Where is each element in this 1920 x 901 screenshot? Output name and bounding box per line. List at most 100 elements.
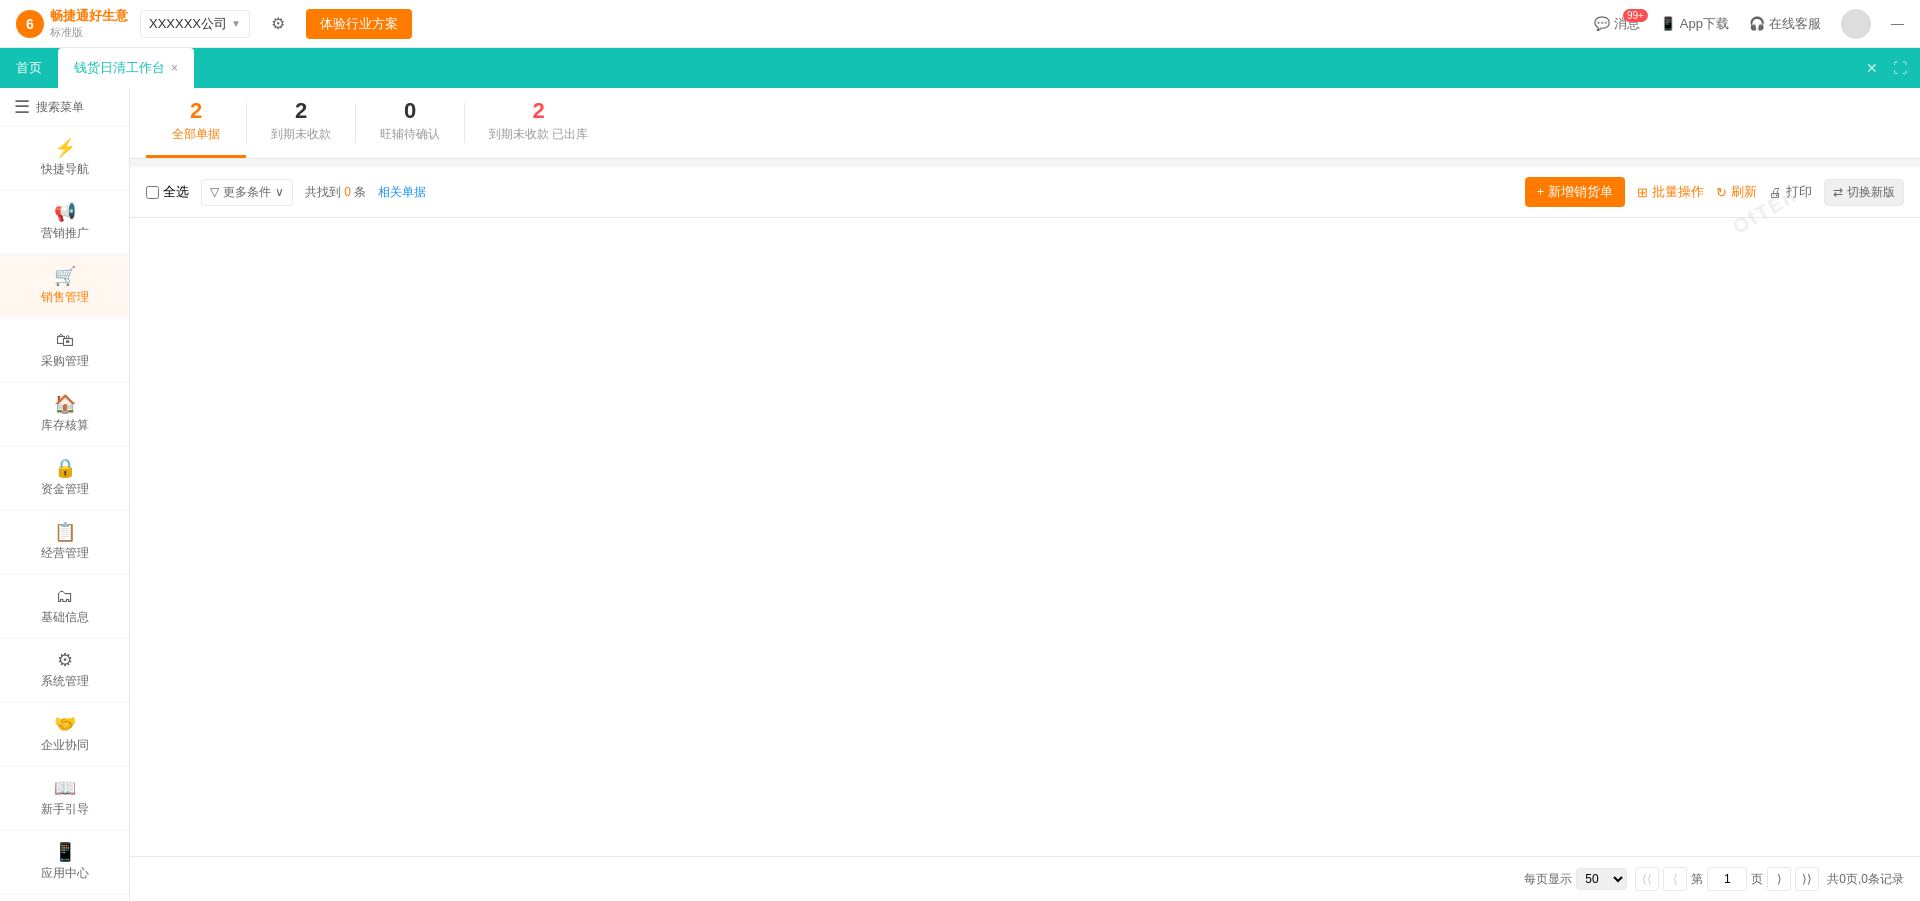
- tab-home[interactable]: 首页: [0, 48, 58, 88]
- found-count-number: 0: [344, 185, 351, 199]
- prev-page-btn[interactable]: ⟨: [1663, 867, 1687, 891]
- stat-label-pending: 旺辅待确认: [380, 126, 440, 143]
- sidebar-item-marketing[interactable]: 📢 营销推广: [0, 191, 129, 255]
- filter-button[interactable]: ▽ 更多条件 ∨: [201, 179, 293, 206]
- app-center-icon: 📱: [54, 843, 76, 861]
- nav-tabs-controls: ✕ ⛶: [1860, 56, 1920, 80]
- toolbar-right: + 新增销货单 ⊞ 批量操作 ↻ 刷新 🖨 打印 ⇄ 切换新版: [1525, 177, 1904, 207]
- sidebar: ☰ 搜索菜单 ⚡ 快捷导航 📢 营销推广 🛒 销售管理 🛍 采购管理 🏠 库存核…: [0, 88, 130, 901]
- message-badge: 99+: [1623, 9, 1648, 22]
- stat-label-overdue: 到期未收款: [271, 126, 331, 143]
- stats-tabs: 2 全部单据 2 到期未收款 0 旺辅待确认 2 到期未收款 已出库: [130, 88, 1920, 159]
- search-icon: ☰: [14, 98, 30, 116]
- sidebar-item-quick-nav[interactable]: ⚡ 快捷导航: [0, 127, 129, 191]
- toolbar-left: 全选 ▽ 更多条件 ∨ 共找到 0 条 相关单据: [146, 179, 426, 206]
- refresh-button[interactable]: ↻ 刷新: [1716, 183, 1757, 201]
- filter-icon: ▽: [210, 185, 219, 199]
- tab-active[interactable]: 钱货日清工作台 ×: [58, 48, 194, 88]
- app-download-action[interactable]: 📱 App下载: [1660, 15, 1729, 33]
- per-page-dropdown[interactable]: 50 10 20 100: [1576, 868, 1627, 890]
- app-logo-text: 畅捷通好生意 标准版: [50, 8, 128, 39]
- sidebar-item-cooperation[interactable]: 🤝 企业协同: [0, 703, 129, 767]
- last-page-btn[interactable]: ⟩⟩: [1795, 867, 1819, 891]
- stat-tab-overdue-shipped[interactable]: 2 到期未收款 已出库: [465, 88, 612, 158]
- page-nav: ⟨⟨ ⟨ 第 页 ⟩ ⟩⟩: [1635, 867, 1819, 891]
- close-window-btn[interactable]: ✕: [1860, 56, 1884, 80]
- stat-tab-all[interactable]: 2 全部单据: [146, 88, 246, 158]
- online-service-action[interactable]: 🎧 在线客服: [1749, 15, 1821, 33]
- sidebar-item-operation[interactable]: 📋 经营管理: [0, 511, 129, 575]
- all-checkbox-input[interactable]: [146, 186, 159, 199]
- stat-tab-pending[interactable]: 0 旺辅待确认: [356, 88, 464, 158]
- sales-icon: 🛒: [54, 267, 76, 285]
- print-button[interactable]: 🖨 打印: [1769, 183, 1812, 201]
- quick-nav-icon: ⚡: [54, 139, 76, 157]
- avatar[interactable]: [1841, 9, 1871, 39]
- settings-icon[interactable]: ⚙: [262, 8, 294, 40]
- batch-operation-button[interactable]: ⊞ 批量操作: [1637, 183, 1704, 201]
- stat-count-overdue: 2: [295, 100, 307, 122]
- sidebar-item-weixin[interactable]: 💬 企业微信: [0, 895, 129, 901]
- sidebar-item-system[interactable]: ⚙ 系统管理: [0, 639, 129, 703]
- base-info-icon: 🗂: [56, 587, 74, 605]
- next-page-btn[interactable]: ⟩: [1767, 867, 1791, 891]
- stat-label-all: 全部单据: [172, 126, 220, 143]
- refresh-icon: ↻: [1716, 185, 1727, 200]
- sidebar-item-app-center[interactable]: 📱 应用中心: [0, 831, 129, 895]
- service-icon: 🎧: [1749, 16, 1765, 31]
- main-layout: ☰ 搜索菜单 ⚡ 快捷导航 📢 营销推广 🛒 销售管理 🛍 采购管理 🏠 库存核…: [0, 88, 1920, 901]
- cooperation-icon: 🤝: [54, 715, 76, 733]
- sidebar-item-guide[interactable]: 📖 新手引导: [0, 767, 129, 831]
- inventory-icon: 🏠: [54, 395, 76, 413]
- stat-count-overdue-shipped: 2: [533, 100, 545, 122]
- switch-version-button[interactable]: ⇄ 切换新版: [1824, 179, 1904, 206]
- first-page-btn[interactable]: ⟨⟨: [1635, 867, 1659, 891]
- top-header: 6 畅捷通好生意 标准版 XXXXXX公司 ▼ ⚙ 体验行业方案 💬 消息 99…: [0, 0, 1920, 48]
- system-icon: ⚙: [57, 651, 73, 669]
- header-right: 💬 消息 99+ 📱 App下载 🎧 在线客服 —: [1594, 9, 1904, 39]
- chevron-down-icon: ∨: [275, 185, 284, 199]
- stat-label-overdue-shipped: 到期未收款 已出库: [489, 126, 588, 143]
- total-info: 共0页,0条记录: [1827, 871, 1904, 888]
- sidebar-item-base-info[interactable]: 🗂 基础信息: [0, 575, 129, 639]
- stat-count-all: 2: [190, 100, 202, 122]
- marketing-icon: 📢: [54, 203, 76, 221]
- select-all-checkbox[interactable]: 全选: [146, 183, 189, 201]
- sidebar-item-inventory[interactable]: 🏠 库存核算: [0, 383, 129, 447]
- message-icon: 💬: [1594, 16, 1610, 31]
- stat-tab-overdue[interactable]: 2 到期未收款: [247, 88, 355, 158]
- switch-icon: ⇄: [1833, 185, 1843, 199]
- sidebar-item-sales[interactable]: 🛒 销售管理: [0, 255, 129, 319]
- content-area: 2 全部单据 2 到期未收款 0 旺辅待确认 2 到期未收款 已出库: [130, 88, 1920, 901]
- guide-icon: 📖: [54, 779, 76, 797]
- chevron-down-icon: ▼: [231, 18, 241, 29]
- print-icon: 🖨: [1769, 185, 1782, 200]
- found-count-text: 共找到 0 条: [305, 184, 366, 201]
- download-icon: 📱: [1660, 16, 1676, 31]
- table-area: [130, 218, 1920, 856]
- purchase-icon: 🛍: [56, 331, 74, 349]
- message-action[interactable]: 💬 消息 99+: [1594, 15, 1640, 33]
- logo-area: 6 畅捷通好生意 标准版: [16, 8, 128, 39]
- trial-button[interactable]: 体验行业方案: [306, 9, 412, 39]
- user-name[interactable]: —: [1891, 16, 1904, 31]
- nav-tabs-bar: 首页 钱货日清工作台 × ✕ ⛶: [0, 48, 1920, 88]
- close-tab-icon[interactable]: ×: [171, 61, 178, 75]
- sidebar-item-finance[interactable]: 🔒 资金管理: [0, 447, 129, 511]
- operation-icon: 📋: [54, 523, 76, 541]
- sidebar-item-search[interactable]: ☰ 搜索菜单: [0, 88, 129, 127]
- app-logo-icon: 6: [16, 10, 44, 38]
- toolbar: 全选 ▽ 更多条件 ∨ 共找到 0 条 相关单据 + 新增销货单 ⊞ 批: [130, 167, 1920, 218]
- stat-count-pending: 0: [404, 100, 416, 122]
- pagination-bar: 每页显示 50 10 20 100 ⟨⟨ ⟨ 第 页 ⟩ ⟩⟩ 共0页,0条记录: [130, 856, 1920, 901]
- finance-icon: 🔒: [54, 459, 76, 477]
- add-sales-order-button[interactable]: + 新增销货单: [1525, 177, 1625, 207]
- header-left: 6 畅捷通好生意 标准版 XXXXXX公司 ▼ ⚙ 体验行业方案: [16, 8, 412, 40]
- company-selector[interactable]: XXXXXX公司 ▼: [140, 10, 250, 38]
- batch-icon: ⊞: [1637, 185, 1648, 200]
- expand-btn[interactable]: ⛶: [1888, 56, 1912, 80]
- related-link[interactable]: 相关单据: [378, 184, 426, 201]
- per-page-select: 每页显示 50 10 20 100: [1524, 868, 1627, 890]
- sidebar-item-purchase[interactable]: 🛍 采购管理: [0, 319, 129, 383]
- page-number-input[interactable]: [1707, 867, 1747, 891]
